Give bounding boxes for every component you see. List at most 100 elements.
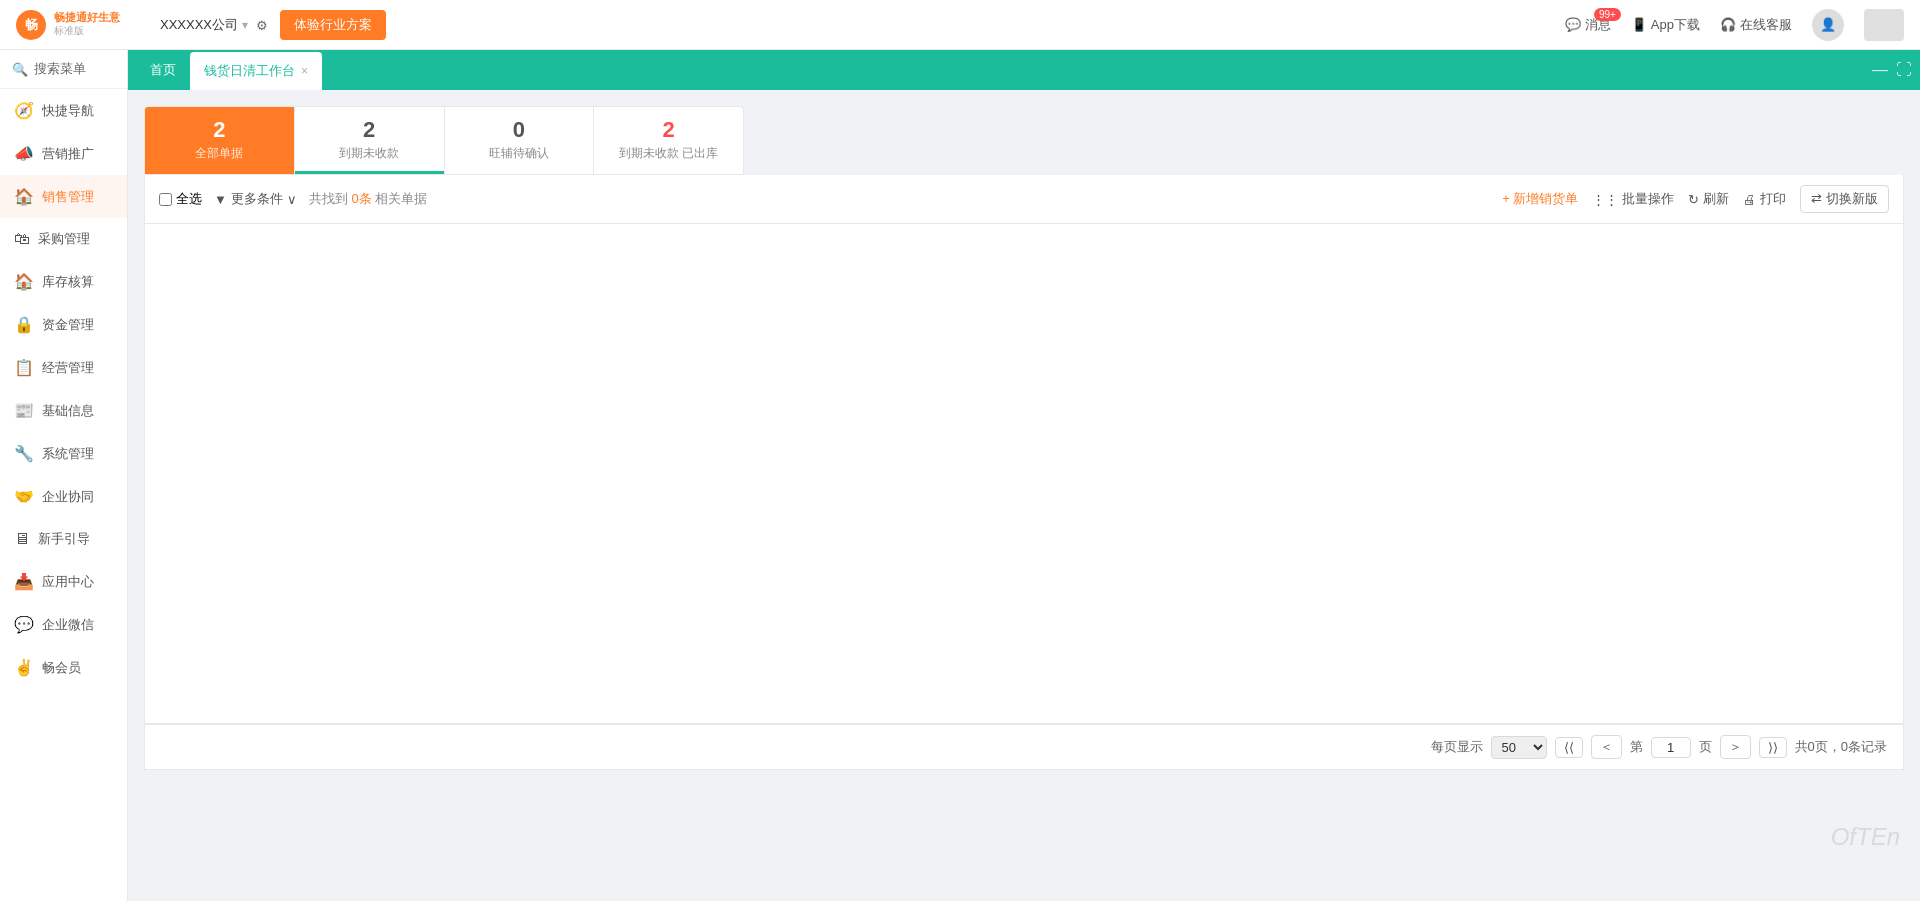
company-selector[interactable]: XXXXXX公司 ▾ — [160, 16, 248, 34]
sidebar-item-marketing[interactable]: 📣 营销推广 — [0, 132, 127, 175]
sidebar-item-operations[interactable]: 📋 经营管理 — [0, 346, 127, 389]
sidebar-item-basic-info[interactable]: 📰 基础信息 — [0, 389, 127, 432]
per-page-select[interactable]: 50 100 200 — [1491, 736, 1547, 759]
stat-label-overdue: 到期未收款 — [303, 145, 436, 162]
stat-num-overdue: 2 — [303, 119, 436, 141]
tabs-bar: 首页 钱货日清工作台 × — ⛶ — [128, 50, 1920, 90]
online-service-label: 在线客服 — [1740, 16, 1792, 34]
system-icon: 🔧 — [14, 444, 34, 463]
sidebar-label-quick-nav: 快捷导航 — [42, 102, 94, 120]
sidebar-item-sales[interactable]: 🏠 销售管理 — [0, 175, 127, 218]
app-center-icon: 📥 — [14, 572, 34, 591]
sidebar-item-member[interactable]: ✌ 畅会员 — [0, 646, 127, 689]
stat-tab-wangwang[interactable]: 0 旺辅待确认 — [445, 107, 595, 174]
page-prefix: 第 — [1630, 738, 1643, 756]
gear-icon: ⚙ — [256, 18, 268, 33]
search-menu-label: 搜索菜单 — [34, 60, 86, 78]
found-prefix: 共找到 — [309, 191, 348, 206]
toolbar: 全选 ▼ 更多条件 ∨ 共找到 0条 相关单据 + 新增销货单 ⋮⋮ 批量操作 … — [144, 175, 1904, 224]
download-icon: 📱 — [1631, 17, 1647, 32]
minimize-button[interactable]: — — [1872, 61, 1888, 79]
select-all-checkbox[interactable]: 全选 — [159, 190, 202, 208]
related-label: 相关单据 — [375, 191, 427, 206]
first-page-button[interactable]: ⟨⟨ — [1555, 737, 1583, 758]
service-icon: 🎧 — [1720, 17, 1736, 32]
batch-label: 批量操作 — [1622, 190, 1674, 208]
sidebar-label-member: 畅会员 — [42, 659, 81, 677]
switch-version-button[interactable]: ⇄ 切换新版 — [1800, 185, 1889, 213]
sidebar-item-wechat[interactable]: 💬 企业微信 — [0, 603, 127, 646]
filter-icon: ▼ — [214, 192, 227, 207]
refresh-label: 刷新 — [1703, 190, 1729, 208]
main-content: 2 全部单据 2 到期未收款 0 旺辅待确认 2 到期未收款 已出库 全选 ▼ … — [128, 90, 1920, 901]
newbie-icon: 🖥 — [14, 530, 30, 548]
sidebar-item-enterprise[interactable]: 🤝 企业协同 — [0, 475, 127, 518]
quick-nav-icon: 🧭 — [14, 101, 34, 120]
stat-tabs: 2 全部单据 2 到期未收款 0 旺辅待确认 2 到期未收款 已出库 — [144, 106, 744, 175]
sidebar-item-finance[interactable]: 🔒 资金管理 — [0, 303, 127, 346]
inventory-icon: 🏠 — [14, 272, 34, 291]
prev-page-button[interactable]: ＜ — [1591, 735, 1622, 759]
add-sales-button[interactable]: + 新增销货单 — [1502, 190, 1578, 208]
chevron-filter-icon: ∨ — [287, 192, 297, 207]
sidebar-item-quick-nav[interactable]: 🧭 快捷导航 — [0, 89, 127, 132]
stat-label-wangwang: 旺辅待确认 — [453, 145, 586, 162]
batch-icon: ⋮⋮ — [1592, 192, 1618, 207]
settings-button[interactable]: ⚙ — [256, 16, 268, 34]
sidebar-item-system[interactable]: 🔧 系统管理 — [0, 432, 127, 475]
sidebar-label-basic-info: 基础信息 — [42, 402, 94, 420]
total-label: 共0页，0条记录 — [1795, 738, 1887, 756]
sidebar-item-inventory[interactable]: 🏠 库存核算 — [0, 260, 127, 303]
batch-button[interactable]: ⋮⋮ 批量操作 — [1592, 190, 1674, 208]
stat-num-all: 2 — [153, 119, 286, 141]
stat-label-overdue-shipped: 到期未收款 已出库 — [602, 145, 735, 162]
stat-tab-overdue[interactable]: 2 到期未收款 — [295, 107, 445, 174]
stat-label-all: 全部单据 — [153, 145, 286, 162]
print-label: 打印 — [1760, 190, 1786, 208]
message-icon: 💬 — [1565, 17, 1581, 32]
select-all-input[interactable] — [159, 193, 172, 206]
found-count: 0条 — [352, 191, 372, 206]
filter-label: 更多条件 — [231, 190, 283, 208]
member-icon: ✌ — [14, 658, 34, 677]
sidebar-item-purchase[interactable]: 🛍 采购管理 — [0, 218, 127, 260]
sidebar-item-app-center[interactable]: 📥 应用中心 — [0, 560, 127, 603]
select-all-label: 全选 — [176, 190, 202, 208]
marketing-icon: 📣 — [14, 144, 34, 163]
online-service-button[interactable]: 🎧 在线客服 — [1720, 16, 1792, 34]
per-page-label: 每页显示 — [1431, 738, 1483, 756]
page-number-input[interactable] — [1651, 737, 1691, 758]
last-page-button[interactable]: ⟩⟩ — [1759, 737, 1787, 758]
table-area — [144, 224, 1904, 724]
search-menu[interactable]: 🔍 搜索菜单 — [0, 50, 127, 89]
app-download-button[interactable]: 📱 App下载 — [1631, 16, 1700, 34]
sidebar-label-sales: 销售管理 — [42, 188, 94, 206]
print-button[interactable]: 🖨 打印 — [1743, 190, 1786, 208]
experience-button[interactable]: 体验行业方案 — [280, 10, 386, 40]
tab-home[interactable]: 首页 — [136, 50, 190, 90]
refresh-button[interactable]: ↻ 刷新 — [1688, 190, 1729, 208]
enterprise-icon: 🤝 — [14, 487, 34, 506]
tab-active[interactable]: 钱货日清工作台 × — [190, 52, 322, 90]
message-button[interactable]: 💬 消息 99+ — [1565, 16, 1611, 34]
avatar-icon: 👤 — [1820, 17, 1836, 32]
tab-active-label: 钱货日清工作台 — [204, 62, 295, 80]
avatar[interactable]: 👤 — [1812, 9, 1844, 41]
stat-tab-all[interactable]: 2 全部单据 — [145, 107, 295, 174]
app-download-label: App下载 — [1651, 16, 1700, 34]
next-page-button[interactable]: ＞ — [1720, 735, 1751, 759]
print-icon: 🖨 — [1743, 192, 1756, 207]
refresh-icon: ↻ — [1688, 192, 1699, 207]
pagination-bar: 每页显示 50 100 200 ⟨⟨ ＜ 第 页 ＞ ⟩⟩ 共0页，0条记录 — [144, 724, 1904, 770]
maximize-button[interactable]: ⛶ — [1896, 61, 1912, 79]
filter-button[interactable]: ▼ 更多条件 ∨ — [214, 190, 297, 208]
tab-close-icon[interactable]: × — [301, 64, 308, 78]
stat-num-wangwang: 0 — [453, 119, 586, 141]
stat-tab-overdue-shipped[interactable]: 2 到期未收款 已出库 — [594, 107, 743, 174]
sidebar-item-newbie[interactable]: 🖥 新手引导 — [0, 518, 127, 560]
sidebar-label-finance: 资金管理 — [42, 316, 94, 334]
search-icon: 🔍 — [12, 62, 28, 77]
toolbar-left: 全选 ▼ 更多条件 ∨ 共找到 0条 相关单据 — [159, 190, 427, 208]
sidebar-label-app-center: 应用中心 — [42, 573, 94, 591]
tabs-bar-controls: — ⛶ — [1872, 61, 1912, 79]
